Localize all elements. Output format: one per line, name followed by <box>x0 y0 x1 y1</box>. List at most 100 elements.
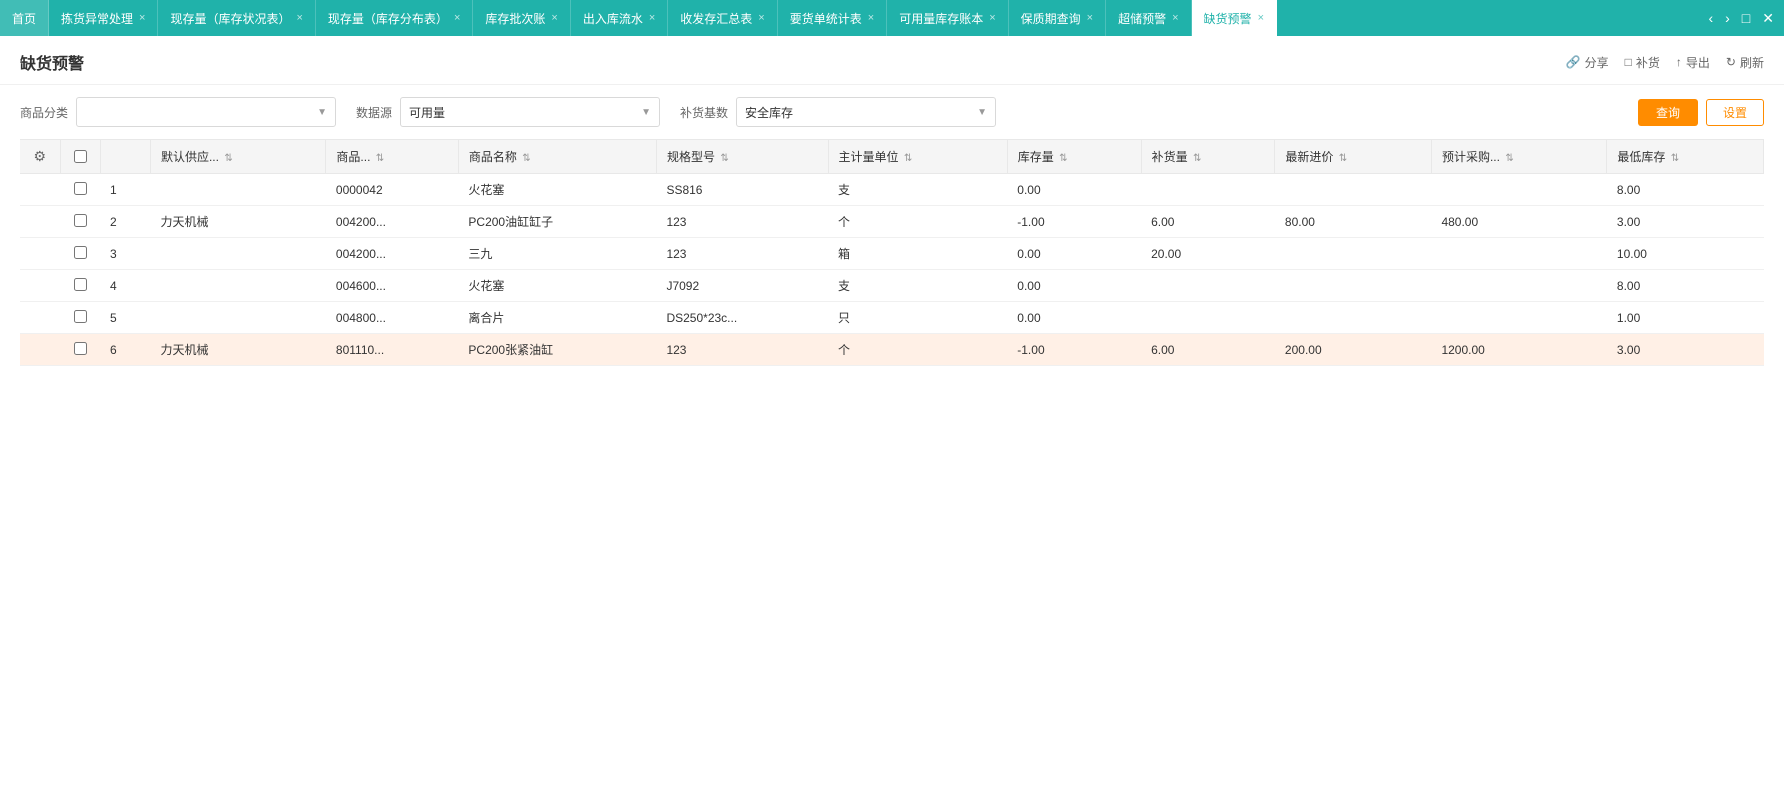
column-latest-price[interactable]: 最新进价 ⇅ <box>1275 140 1432 174</box>
row-checkbox-cell[interactable] <box>60 302 100 334</box>
row-checkbox-cell[interactable] <box>60 270 100 302</box>
tab-home[interactable]: 首页 <box>0 0 49 36</box>
tab-receipt-summary-close[interactable]: × <box>758 12 764 24</box>
tab-expiry-query-close[interactable]: × <box>1087 12 1093 24</box>
tab-expiry-query[interactable]: 保质期查询 × <box>1009 0 1106 36</box>
query-button[interactable]: 查询 <box>1638 99 1698 126</box>
row-checkbox[interactable] <box>74 182 87 195</box>
replenish-base-select[interactable]: 安全库存 ▼ <box>736 97 996 127</box>
row-checkbox[interactable] <box>74 342 87 355</box>
row-est-purchase <box>1431 270 1606 302</box>
tab-nav-buttons: ‹ › □ ✕ <box>1702 6 1784 31</box>
row-gear-cell <box>20 238 60 270</box>
row-checkbox[interactable] <box>74 278 87 291</box>
gear-settings-icon[interactable]: ⚙ <box>33 148 46 165</box>
replenish-icon: □ <box>1625 55 1632 69</box>
row-unit: 个 <box>828 334 1007 366</box>
row-checkbox[interactable] <box>74 246 87 259</box>
tab-inventory-dist[interactable]: 现存量（库存分布表） × <box>316 0 473 36</box>
row-est-purchase <box>1431 174 1606 206</box>
row-latest-price <box>1275 302 1432 334</box>
column-product-name[interactable]: 商品名称 ⇅ <box>458 140 656 174</box>
row-min-stock: 10.00 <box>1607 238 1764 270</box>
tab-shortage-warn[interactable]: 缺货预警 × <box>1192 0 1277 36</box>
row-checkbox[interactable] <box>74 214 87 227</box>
row-product-name: 火花塞 <box>458 270 656 302</box>
latest-price-header: 最新进价 <box>1285 150 1333 164</box>
row-checkbox-cell[interactable] <box>60 334 100 366</box>
column-default-supplier[interactable]: 默认供应... ⇅ <box>150 140 325 174</box>
tab-inventory-dist-close[interactable]: × <box>454 12 460 24</box>
tab-scroll-right-button[interactable]: › <box>1719 6 1736 30</box>
tab-restore-button[interactable]: □ <box>1736 6 1756 30</box>
row-replenish-qty: 6.00 <box>1141 334 1275 366</box>
export-icon: ↑ <box>1676 55 1682 69</box>
row-spec: 123 <box>656 238 828 270</box>
row-stock: 0.00 <box>1007 174 1141 206</box>
column-replenish-qty[interactable]: 补货量 ⇅ <box>1141 140 1275 174</box>
row-product-name: PC200油缸缸子 <box>458 206 656 238</box>
tab-abnormal[interactable]: 拣货异常处理 × <box>49 0 158 36</box>
tab-inventory-dist-label: 现存量（库存分布表） <box>328 10 448 27</box>
replenish-base-filter-group: 补货基数 安全库存 ▼ <box>680 97 996 127</box>
column-unit[interactable]: 主计量单位 ⇅ <box>828 140 1007 174</box>
row-checkbox-cell[interactable] <box>60 206 100 238</box>
tab-inout-flow-close[interactable]: × <box>649 12 655 24</box>
row-product-name: 三九 <box>458 238 656 270</box>
tab-close-all-button[interactable]: ✕ <box>1756 6 1780 31</box>
tab-overstock-warn[interactable]: 超储预警 × <box>1106 0 1191 36</box>
refresh-icon: ↻ <box>1726 55 1736 69</box>
row-checkbox[interactable] <box>74 310 87 323</box>
row-spec: SS816 <box>656 174 828 206</box>
row-checkbox-cell[interactable] <box>60 174 100 206</box>
row-replenish-qty <box>1141 302 1275 334</box>
stock-sort-icon: ⇅ <box>1059 153 1067 164</box>
select-all-checkbox[interactable] <box>74 150 87 163</box>
tab-batch-account[interactable]: 库存批次账 × <box>473 0 570 36</box>
column-checkbox[interactable] <box>60 140 100 174</box>
row-product-code: 004800... <box>326 302 459 334</box>
tab-inventory-status-close[interactable]: × <box>296 12 302 24</box>
export-button[interactable]: ↑ 导出 <box>1676 54 1710 71</box>
product-name-sort-icon: ⇅ <box>522 153 530 164</box>
replenish-button[interactable]: □ 补货 <box>1625 54 1660 71</box>
share-button[interactable]: 🔗 分享 <box>1566 54 1609 71</box>
row-gear-cell <box>20 302 60 334</box>
column-spec[interactable]: 规格型号 ⇅ <box>656 140 828 174</box>
tab-order-stats[interactable]: 要货单统计表 × <box>778 0 887 36</box>
tab-available-ledger[interactable]: 可用量库存账本 × <box>887 0 1008 36</box>
table-row: 1 0000042 火花塞 SS816 支 0.00 8.00 <box>20 174 1764 206</box>
refresh-button[interactable]: ↻ 刷新 <box>1726 54 1764 71</box>
column-gear[interactable]: ⚙ <box>20 140 60 174</box>
row-latest-price <box>1275 270 1432 302</box>
tab-available-ledger-close[interactable]: × <box>989 12 995 24</box>
row-est-purchase <box>1431 238 1606 270</box>
tab-shortage-warn-close[interactable]: × <box>1258 12 1264 24</box>
unit-sort-icon: ⇅ <box>904 153 912 164</box>
tab-batch-account-close[interactable]: × <box>551 12 557 24</box>
tab-receipt-summary[interactable]: 收发存汇总表 × <box>668 0 777 36</box>
tab-shortage-warn-label: 缺货预警 <box>1204 10 1252 27</box>
tab-receipt-summary-label: 收发存汇总表 <box>680 10 752 27</box>
tab-abnormal-close[interactable]: × <box>139 12 145 24</box>
unit-header: 主计量单位 <box>839 150 899 164</box>
column-min-stock[interactable]: 最低库存 ⇅ <box>1607 140 1764 174</box>
tab-order-stats-close[interactable]: × <box>868 12 874 24</box>
column-stock[interactable]: 库存量 ⇅ <box>1007 140 1141 174</box>
row-checkbox-cell[interactable] <box>60 238 100 270</box>
column-product-code[interactable]: 商品... ⇅ <box>326 140 459 174</box>
setting-button[interactable]: 设置 <box>1706 99 1764 126</box>
tab-scroll-left-button[interactable]: ‹ <box>1702 6 1719 30</box>
tab-inout-flow[interactable]: 出入库流水 × <box>571 0 668 36</box>
tab-inventory-status[interactable]: 现存量（库存状况表） × <box>158 0 315 36</box>
tab-bar: 首页 拣货异常处理 × 现存量（库存状况表） × 现存量（库存分布表） × 库存… <box>0 0 1784 36</box>
data-source-select[interactable]: 可用量 ▼ <box>400 97 660 127</box>
category-select[interactable]: ▼ <box>76 97 336 127</box>
min-stock-header: 最低库存 <box>1617 150 1665 164</box>
row-num-cell: 4 <box>100 270 150 302</box>
est-purchase-header: 预计采购... <box>1442 150 1500 164</box>
row-stock: -1.00 <box>1007 206 1141 238</box>
tab-overstock-warn-close[interactable]: × <box>1172 12 1178 24</box>
column-est-purchase[interactable]: 预计采购... ⇅ <box>1431 140 1606 174</box>
row-replenish-qty <box>1141 270 1275 302</box>
